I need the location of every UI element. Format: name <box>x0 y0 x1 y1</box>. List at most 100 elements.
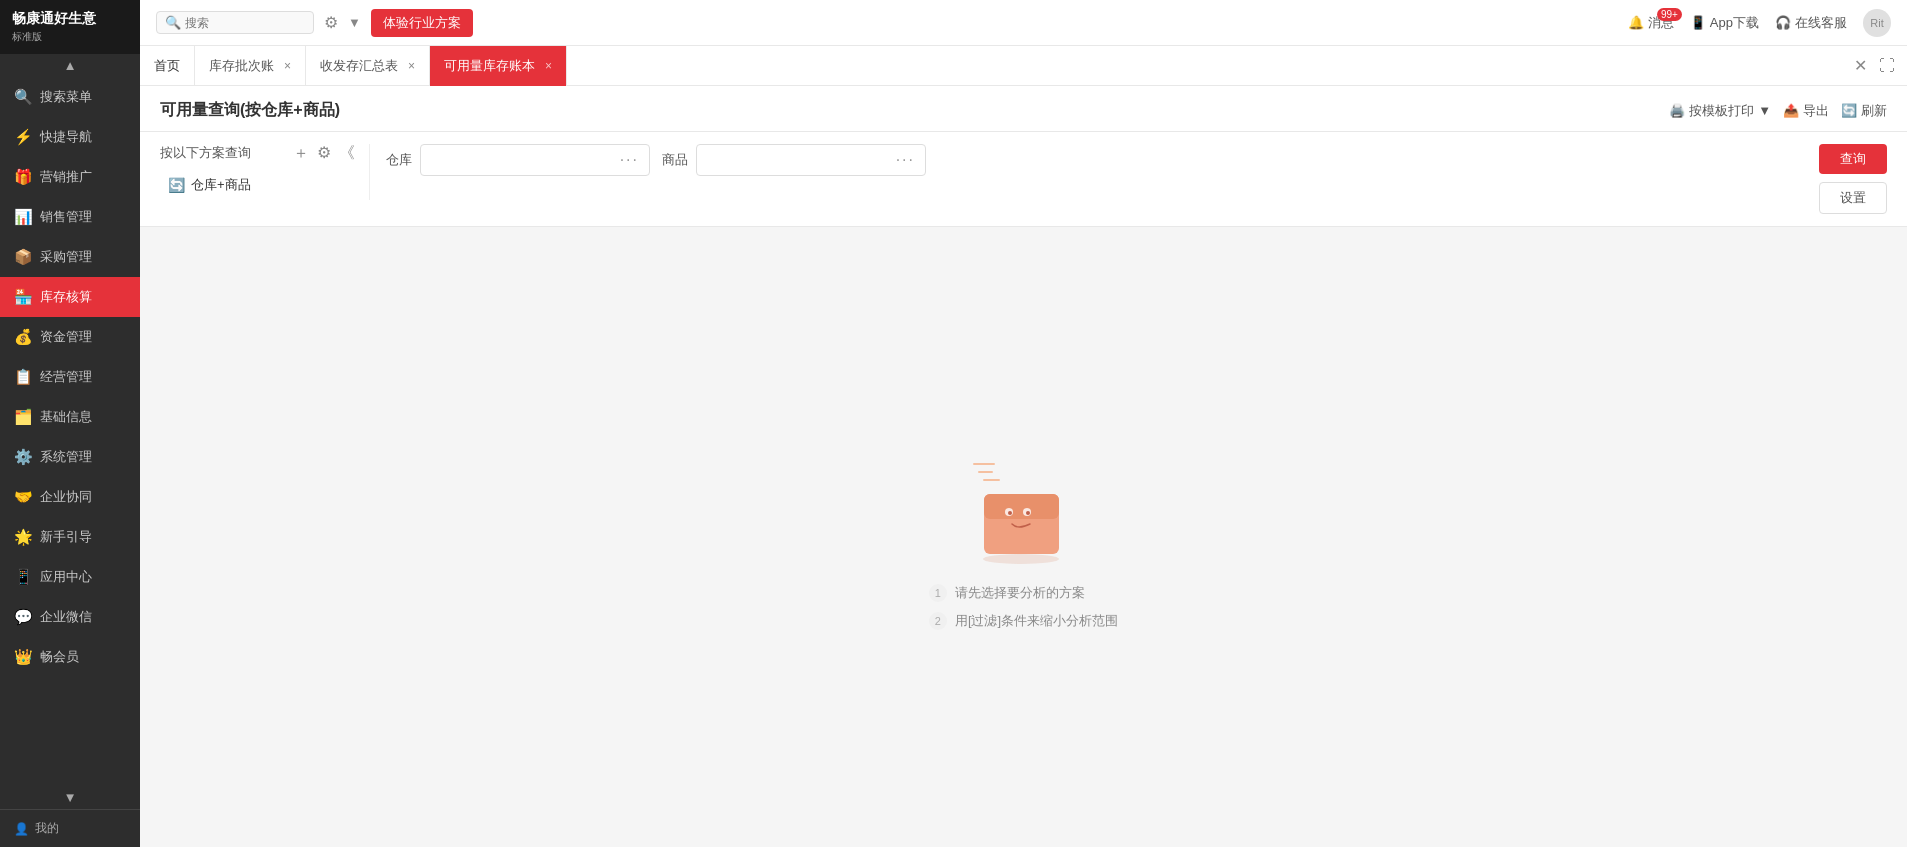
online-service-btn[interactable]: 🎧 在线客服 <box>1775 14 1847 32</box>
enterprise-icon: 🤝 <box>14 488 32 506</box>
dropdown-arrow-icon[interactable]: ▼ <box>348 15 361 30</box>
scroll-down-btn[interactable]: ▼ <box>0 786 140 809</box>
goods-more-icon[interactable]: ··· <box>896 151 915 169</box>
collapse-scheme-btn[interactable]: 《 <box>337 145 357 161</box>
sidebar-item-sales[interactable]: 📊 销售管理 <box>0 197 140 237</box>
content-area: 可用量查询(按仓库+商品) 🖨️ 按模板打印 ▼ 📤 导出 🔄 刷新 <box>140 86 1907 847</box>
goods-filter-row: 商品 ··· <box>662 144 926 176</box>
bell-icon: 🔔 <box>1628 15 1644 30</box>
finance-icon: 💰 <box>14 328 32 346</box>
scroll-up-btn[interactable]: ▲ <box>0 54 140 77</box>
sidebar-item-search[interactable]: 🔍 搜索菜单 <box>0 77 140 117</box>
sidebar-item-label: 快捷导航 <box>40 128 92 146</box>
export-label: 导出 <box>1803 102 1829 120</box>
sidebar-item-system[interactable]: ⚙️ 系统管理 <box>0 437 140 477</box>
sidebar-item-label: 企业微信 <box>40 608 92 626</box>
phone-icon: 📱 <box>1690 15 1706 30</box>
quick-nav-icon: ⚡ <box>14 128 32 146</box>
headset-icon: 🎧 <box>1775 15 1791 30</box>
warehouse-input[interactable]: ··· <box>420 144 650 176</box>
inventory-icon: 🏪 <box>14 288 32 306</box>
user-avatar-icon: 👤 <box>14 822 29 836</box>
app-download-btn[interactable]: 📱 App下载 <box>1690 14 1759 32</box>
hint-num-1: 1 <box>929 584 947 602</box>
user-name: Rit <box>1870 17 1883 29</box>
filter-scheme-header: 按以下方案查询 ＋ ⚙ 《 <box>160 144 357 162</box>
notify-badge: 99+ <box>1657 8 1682 21</box>
sidebar-header: 畅康通好生意 标准版 <box>0 0 140 54</box>
print-dropdown-icon[interactable]: ▼ <box>1758 103 1771 118</box>
sidebar-item-app-center[interactable]: 📱 应用中心 <box>0 557 140 597</box>
guide-icon: 🌟 <box>14 528 32 546</box>
search-icon: 🔍 <box>165 15 181 30</box>
tab-bar: 首页 库存批次账 × 收发存汇总表 × 可用量库存账本 × ✕ ⛶ <box>140 46 1907 86</box>
svg-point-9 <box>983 554 1059 564</box>
app-center-icon: 📱 <box>14 568 32 586</box>
tab-receive-summary-close[interactable]: × <box>408 59 415 73</box>
sidebar-item-label: 营销推广 <box>40 168 92 186</box>
industry-btn[interactable]: 体验行业方案 <box>371 9 473 37</box>
sidebar-item-finance[interactable]: 💰 资金管理 <box>0 317 140 357</box>
operations-icon: 📋 <box>14 368 32 386</box>
tab-batch-ledger-close[interactable]: × <box>284 59 291 73</box>
topbar-search-box[interactable]: 🔍 <box>156 11 314 34</box>
sidebar-item-enterprise[interactable]: 🤝 企业协同 <box>0 477 140 517</box>
goods-input[interactable]: ··· <box>696 144 926 176</box>
warehouse-filter-row: 仓库 ··· <box>386 144 650 176</box>
add-scheme-btn[interactable]: ＋ <box>291 145 311 161</box>
scheme-icon: 🔄 <box>168 177 185 193</box>
tab-available-ledger-close[interactable]: × <box>545 59 552 73</box>
search-icon: 🔍 <box>14 88 32 106</box>
sidebar-item-label: 库存核算 <box>40 288 92 306</box>
filter-inputs: 仓库 ··· 商品 ··· <box>370 144 1803 176</box>
sidebar-item-quick-nav[interactable]: ⚡ 快捷导航 <box>0 117 140 157</box>
tab-home-label: 首页 <box>154 57 180 75</box>
page-actions: 🖨️ 按模板打印 ▼ 📤 导出 🔄 刷新 <box>1669 102 1887 120</box>
user-avatar[interactable]: Rit <box>1863 9 1891 37</box>
sidebar-item-guide[interactable]: 🌟 新手引导 <box>0 517 140 557</box>
tab-receive-summary[interactable]: 收发存汇总表 × <box>306 46 430 86</box>
export-btn[interactable]: 📤 导出 <box>1783 102 1829 120</box>
search-input[interactable] <box>185 16 305 30</box>
tab-batch-ledger[interactable]: 库存批次账 × <box>195 46 306 86</box>
tab-available-ledger[interactable]: 可用量库存账本 × <box>430 46 567 86</box>
tabs-close-all-btn[interactable]: ✕ <box>1850 52 1871 79</box>
notify-btn[interactable]: 🔔 消息 99+ <box>1628 14 1674 32</box>
hint-text-2: 用[过滤]条件来缩小分析范围 <box>955 612 1118 630</box>
sidebar-footer[interactable]: 👤 我的 <box>0 809 140 847</box>
hint-item-1: 1 请先选择要分析的方案 <box>929 584 1118 602</box>
refresh-icon: 🔄 <box>1841 103 1857 118</box>
edit-scheme-btn[interactable]: ⚙ <box>315 145 333 161</box>
hint-num-2: 2 <box>929 612 947 630</box>
main-content: 🔍 ⚙ ▼ 体验行业方案 🔔 消息 99+ 📱 App下载 🎧 在线客服 Rit <box>140 0 1907 847</box>
sidebar-item-operations[interactable]: 📋 经营管理 <box>0 357 140 397</box>
refresh-btn[interactable]: 🔄 刷新 <box>1841 102 1887 120</box>
sidebar-item-basic-info[interactable]: 🗂️ 基础信息 <box>0 397 140 437</box>
settings-button[interactable]: 设置 <box>1819 182 1887 214</box>
sidebar-item-label: 经营管理 <box>40 368 92 386</box>
sidebar-footer-label: 我的 <box>35 820 59 837</box>
query-button[interactable]: 查询 <box>1819 144 1887 174</box>
filter-area: 按以下方案查询 ＋ ⚙ 《 🔄 仓库+商品 仓库 <box>140 132 1907 227</box>
sidebar-item-purchase[interactable]: 📦 采购管理 <box>0 237 140 277</box>
print-btn[interactable]: 🖨️ 按模板打印 ▼ <box>1669 102 1771 120</box>
tab-actions: ✕ ⛶ <box>1850 52 1907 79</box>
gear-icon[interactable]: ⚙ <box>324 13 338 32</box>
system-icon: ⚙️ <box>14 448 32 466</box>
export-icon: 📤 <box>1783 103 1799 118</box>
tab-receive-summary-label: 收发存汇总表 <box>320 57 398 75</box>
sidebar-item-marketing[interactable]: 🎁 营销推广 <box>0 157 140 197</box>
tab-home[interactable]: 首页 <box>140 46 195 86</box>
print-label: 按模板打印 <box>1689 102 1754 120</box>
sidebar-menu: 🔍 搜索菜单 ⚡ 快捷导航 🎁 营销推广 📊 销售管理 📦 采购管理 🏪 库存核… <box>0 77 140 786</box>
empty-state: 1 请先选择要分析的方案 2 用[过滤]条件来缩小分析范围 <box>140 227 1907 847</box>
sidebar-item-label: 应用中心 <box>40 568 92 586</box>
filter-scheme-panel: 按以下方案查询 ＋ ⚙ 《 🔄 仓库+商品 <box>160 144 370 200</box>
scheme-item-warehouse-goods[interactable]: 🔄 仓库+商品 <box>160 170 357 200</box>
app-title: 畅康通好生意 <box>12 10 128 28</box>
sidebar-item-vip[interactable]: 👑 畅会员 <box>0 637 140 677</box>
sidebar-item-inventory[interactable]: 🏪 库存核算 <box>0 277 140 317</box>
sidebar-item-wechat[interactable]: 💬 企业微信 <box>0 597 140 637</box>
warehouse-more-icon[interactable]: ··· <box>620 151 639 169</box>
tabs-expand-btn[interactable]: ⛶ <box>1875 53 1899 79</box>
